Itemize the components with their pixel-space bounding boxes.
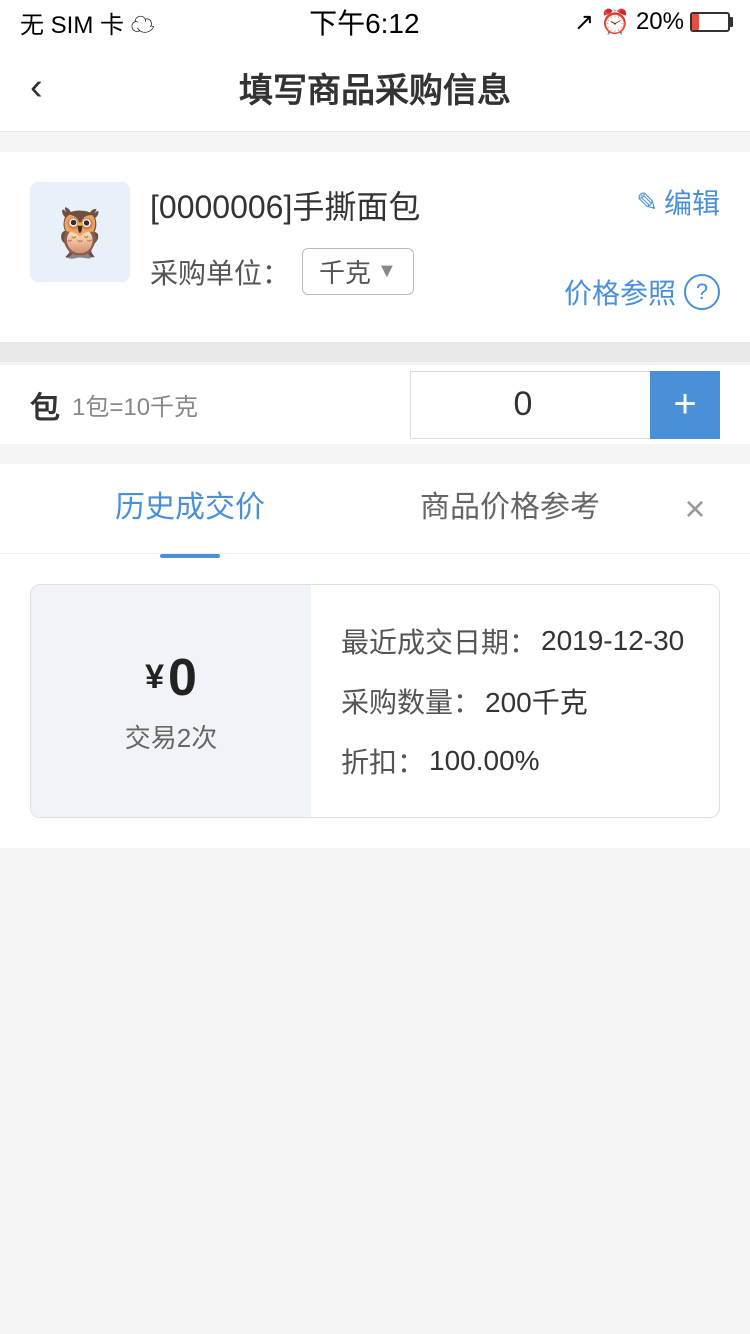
quantity-input-group: +: [410, 371, 720, 439]
currency-symbol: ¥: [145, 658, 164, 697]
price-ref-label: 价格参照: [564, 272, 676, 312]
product-owl-icon: 🦉: [50, 204, 110, 261]
product-left: 🦉 [0000006]手撕面包 采购单位： 千克 ▼: [30, 182, 420, 295]
back-button[interactable]: ‹: [30, 66, 63, 109]
quantity-conversion: 1包=10千克: [72, 387, 198, 422]
product-card: 🦉 [0000006]手撕面包 采购单位： 千克 ▼ ✎ 编辑 价格参照: [0, 152, 750, 342]
product-actions: ✎ 编辑 价格参照 ?: [564, 182, 720, 312]
status-left: 无 SIM 卡 ☁: [20, 5, 155, 40]
quantity-unit-name: 包: [30, 383, 60, 427]
price-value: 0: [168, 648, 197, 708]
nav-bar: ‹ 填写商品采购信息: [0, 44, 750, 132]
help-icon: ?: [684, 274, 720, 310]
unit-value: 千克: [319, 253, 371, 290]
recent-date-label: 最近成交日期：: [341, 621, 537, 661]
tab-product-price-ref[interactable]: 商品价格参考: [350, 482, 670, 536]
discount-value: 100.00%: [429, 745, 540, 777]
separator-bar: [0, 342, 750, 362]
tab-close-button[interactable]: ×: [670, 484, 720, 534]
discount-label: 折扣：: [341, 741, 425, 781]
history-price: ¥ 0: [145, 648, 197, 708]
product-unit-row: 采购单位： 千克 ▼: [150, 248, 420, 295]
quantity-section: 包 1包=10千克 +: [0, 364, 750, 444]
product-thumbnail: 🦉: [30, 182, 130, 282]
recent-date-value: 2019-12-30: [541, 625, 684, 657]
history-trades: 交易2次: [125, 718, 217, 755]
page-title: 填写商品采购信息: [239, 63, 511, 112]
alarm-icon: ⏰: [600, 8, 630, 37]
edit-label: 编辑: [664, 182, 720, 222]
tab-header: 历史成交价 商品价格参考 ×: [0, 464, 750, 554]
history-card: ¥ 0 交易2次 最近成交日期： 2019-12-30 采购数量： 200千克 …: [30, 584, 720, 818]
unit-selector[interactable]: 千克 ▼: [302, 248, 414, 295]
purchase-quantity-value: 200千克: [485, 681, 588, 721]
product-name: [0000006]手撕面包: [150, 182, 420, 228]
purchase-quantity-row: 采购数量： 200千克: [341, 681, 689, 721]
tab-section: 历史成交价 商品价格参考 × ¥ 0 交易2次 最近成交日期： 2019-12-…: [0, 464, 750, 848]
history-card-left: ¥ 0 交易2次: [31, 585, 311, 817]
tab-history-price[interactable]: 历史成交价: [30, 482, 350, 536]
quantity-label: 包 1包=10千克: [30, 383, 198, 427]
quantity-input[interactable]: [410, 371, 650, 439]
purchase-quantity-label: 采购数量：: [341, 681, 481, 721]
history-card-wrapper: ¥ 0 交易2次 最近成交日期： 2019-12-30 采购数量： 200千克 …: [0, 554, 750, 848]
product-header: 🦉 [0000006]手撕面包 采购单位： 千克 ▼ ✎ 编辑 价格参照: [30, 182, 720, 312]
edit-icon: ✎: [636, 187, 658, 218]
discount-row: 折扣： 100.00%: [341, 741, 689, 781]
battery-indicator: [690, 12, 730, 32]
unit-label: 采购单位：: [150, 252, 290, 292]
product-info: [0000006]手撕面包 采购单位： 千克 ▼: [150, 182, 420, 295]
dropdown-arrow-icon: ▼: [377, 260, 397, 283]
status-bar: 无 SIM 卡 ☁ 下午6:12 ↗ ⏰ 20%: [0, 0, 750, 44]
quantity-plus-button[interactable]: +: [650, 371, 720, 439]
nav-icon: ↗: [574, 8, 594, 37]
price-reference-button[interactable]: 价格参照 ?: [564, 272, 720, 312]
status-time: 下午6:12: [309, 2, 420, 42]
recent-date-row: 最近成交日期： 2019-12-30: [341, 621, 689, 661]
sim-label: 无 SIM 卡 ☁: [20, 5, 155, 40]
battery-percent: 20%: [636, 8, 684, 36]
history-card-right: 最近成交日期： 2019-12-30 采购数量： 200千克 折扣： 100.0…: [311, 585, 719, 817]
edit-button[interactable]: ✎ 编辑: [636, 182, 720, 222]
status-right: ↗ ⏰ 20%: [574, 8, 730, 37]
